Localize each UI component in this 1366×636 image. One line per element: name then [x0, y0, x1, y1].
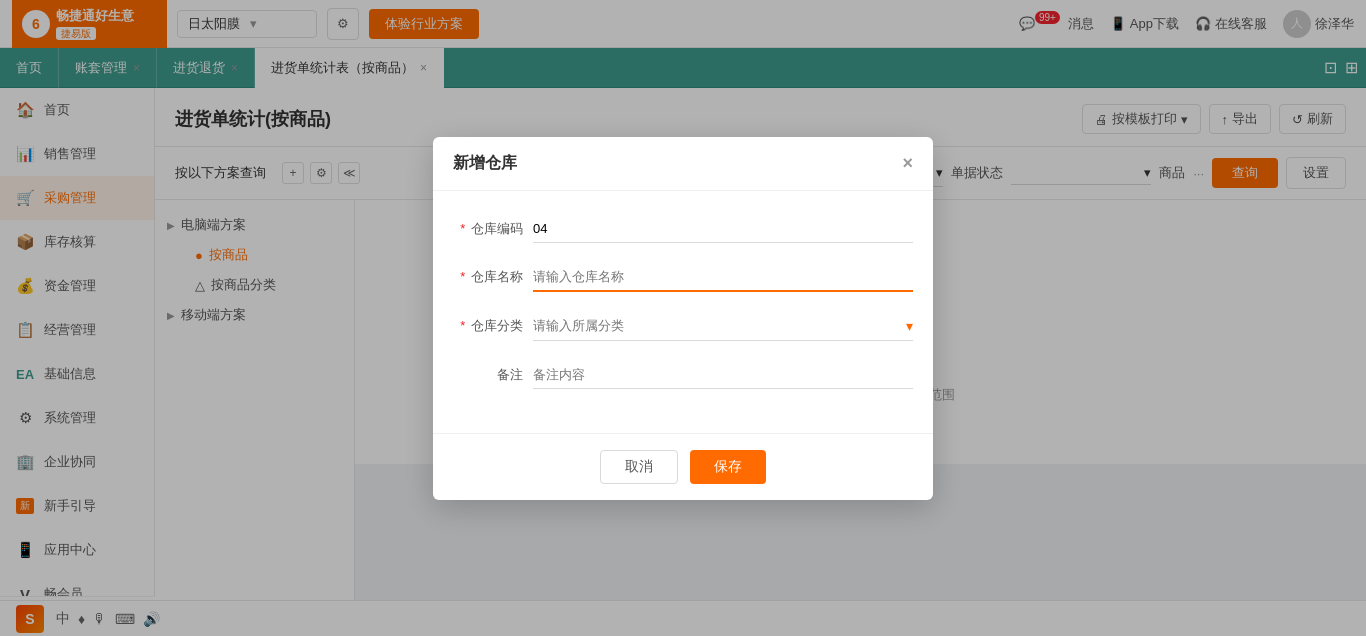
save-button[interactable]: 保存: [690, 450, 766, 484]
warehouse-remark-input[interactable]: [533, 361, 913, 389]
form-label-category: * 仓库分类: [453, 317, 533, 335]
required-star-code: *: [460, 221, 465, 236]
required-star-name: *: [460, 269, 465, 284]
form-row-name: * 仓库名称: [453, 263, 913, 292]
modal-overlay[interactable]: 新增仓库 × * 仓库编码 * 仓库名称: [0, 0, 1366, 636]
form-row-code: * 仓库编码: [453, 215, 913, 243]
form-row-category: * 仓库分类 ▾: [453, 312, 913, 341]
warehouse-category-select[interactable]: ▾: [533, 312, 913, 341]
form-label-name: * 仓库名称: [453, 268, 533, 286]
form-row-remark: 备注: [453, 361, 913, 389]
warehouse-category-input[interactable]: [533, 318, 906, 333]
modal-dialog: 新增仓库 × * 仓库编码 * 仓库名称: [433, 137, 933, 500]
modal-body: * 仓库编码 * 仓库名称 * 仓库: [433, 191, 933, 433]
form-label-code: * 仓库编码: [453, 220, 533, 238]
modal-close-button[interactable]: ×: [902, 154, 913, 172]
required-star-category: *: [460, 318, 465, 333]
category-chevron-icon: ▾: [906, 318, 913, 334]
modal-title: 新增仓库: [453, 153, 517, 174]
modal-header: 新增仓库 ×: [433, 137, 933, 191]
warehouse-code-input[interactable]: [533, 215, 913, 243]
cancel-button[interactable]: 取消: [600, 450, 678, 484]
modal-footer: 取消 保存: [433, 433, 933, 500]
app-wrapper: 6 畅捷通好生意 捷易版 日太阳膜 ▾ ⚙ 体验行业方案 💬 99+ 消息: [0, 0, 1366, 636]
form-label-remark: 备注: [453, 366, 533, 384]
warehouse-name-input[interactable]: [533, 263, 913, 292]
